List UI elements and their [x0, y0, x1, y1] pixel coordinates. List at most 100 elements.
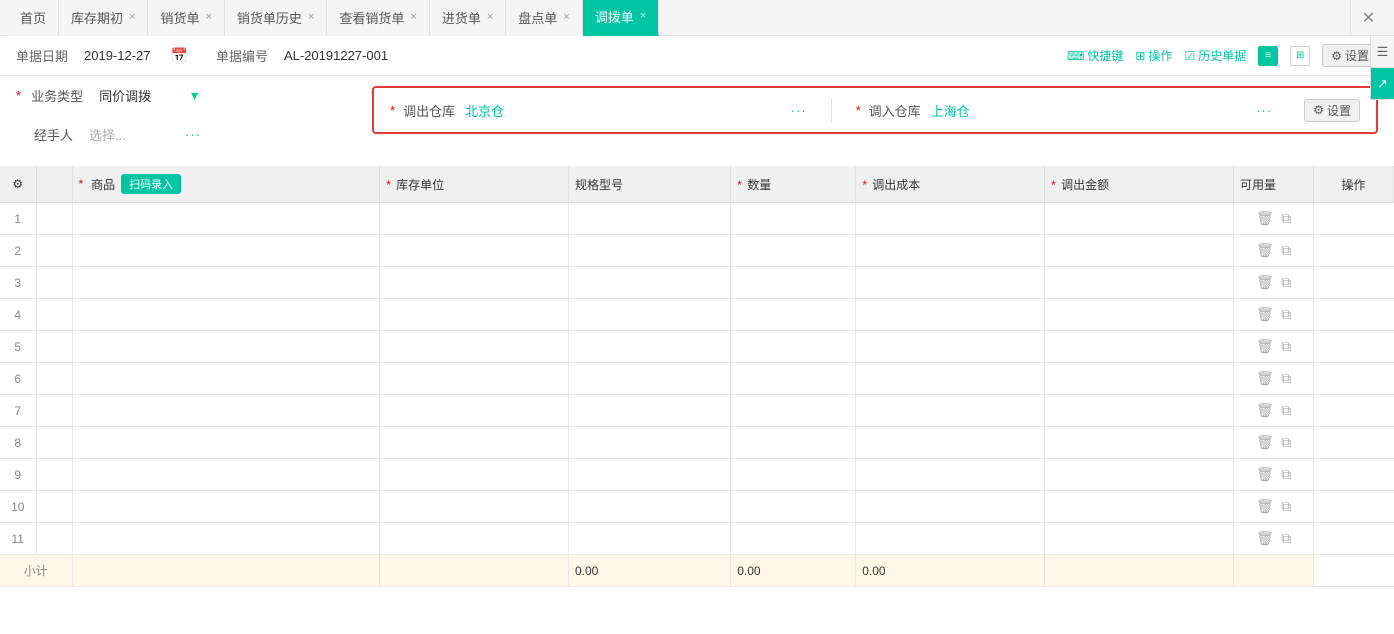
handler-more-btn[interactable]: ··· [185, 127, 201, 142]
delete-icon-1[interactable]: 🗑 [1256, 210, 1274, 226]
row-cost-8[interactable] [731, 427, 856, 459]
row-amount-3[interactable] [856, 267, 1045, 299]
row-qty-2[interactable] [568, 235, 730, 267]
tab-home[interactable]: 首页 [8, 0, 59, 36]
operation-action[interactable]: ⊞ 操作 [1135, 47, 1172, 64]
row-spec-8[interactable] [380, 427, 569, 459]
tab-sales-history[interactable]: 销货单历史× [225, 0, 327, 36]
row-available-8[interactable] [1045, 427, 1234, 459]
row-cost-11[interactable] [731, 523, 856, 555]
col-settings[interactable]: ⚙ [0, 166, 36, 203]
row-product-5[interactable] [36, 331, 72, 363]
row-unit-6[interactable] [72, 363, 380, 395]
right-panel-list-btn[interactable]: ☰ [1371, 36, 1394, 68]
history-action[interactable]: ☑ 历史单据 [1184, 47, 1246, 64]
row-unit-9[interactable] [72, 459, 380, 491]
row-product-4[interactable] [36, 299, 72, 331]
row-spec-7[interactable] [380, 395, 569, 427]
row-product-11[interactable] [36, 523, 72, 555]
tab-view-sales[interactable]: 查看销货单× [327, 0, 429, 36]
copy-icon-8[interactable]: ⧉ [1281, 434, 1291, 450]
copy-icon-4[interactable]: ⧉ [1281, 306, 1291, 322]
row-qty-1[interactable] [568, 203, 730, 235]
copy-icon-10[interactable]: ⧉ [1281, 498, 1291, 514]
row-qty-6[interactable] [568, 363, 730, 395]
row-product-7[interactable] [36, 395, 72, 427]
delete-icon-5[interactable]: 🗑 [1256, 338, 1274, 354]
row-amount-7[interactable] [856, 395, 1045, 427]
row-available-5[interactable] [1045, 331, 1234, 363]
row-amount-2[interactable] [856, 235, 1045, 267]
copy-icon-5[interactable]: ⧉ [1281, 338, 1291, 354]
row-available-11[interactable] [1045, 523, 1234, 555]
tab-close-view-sales[interactable]: × [410, 12, 416, 23]
tab-transfer[interactable]: 调拨单× [583, 0, 659, 36]
handler-value[interactable]: 选择... [89, 125, 169, 144]
copy-icon-6[interactable]: ⧉ [1281, 370, 1291, 386]
row-cost-6[interactable] [731, 363, 856, 395]
row-amount-10[interactable] [856, 491, 1045, 523]
row-spec-5[interactable] [380, 331, 569, 363]
delete-icon[interactable]: 🗑 [1256, 530, 1274, 546]
row-spec-4[interactable] [380, 299, 569, 331]
row-amount-11[interactable] [856, 523, 1045, 555]
row-available-10[interactable] [1045, 491, 1234, 523]
tab-stock-init[interactable]: 库存期初× [59, 0, 148, 36]
copy-icon-3[interactable]: ⧉ [1281, 274, 1291, 290]
row-amount-8[interactable] [856, 427, 1045, 459]
row-available-7[interactable] [1045, 395, 1234, 427]
window-close-button[interactable]: ✕ [1350, 0, 1386, 36]
delete-icon-10[interactable]: 🗑 [1256, 498, 1274, 514]
delete-icon-3[interactable]: 🗑 [1256, 274, 1274, 290]
row-unit-11[interactable] [72, 523, 380, 555]
row-available-9[interactable] [1045, 459, 1234, 491]
row-amount-5[interactable] [856, 331, 1045, 363]
tab-purchase[interactable]: 进货单× [430, 0, 506, 36]
row-qty-8[interactable] [568, 427, 730, 459]
row-qty-10[interactable] [568, 491, 730, 523]
out-warehouse-more-btn[interactable]: ··· [791, 103, 807, 118]
row-unit-7[interactable] [72, 395, 380, 427]
row-qty-9[interactable] [568, 459, 730, 491]
delete-icon-4[interactable]: 🗑 [1256, 306, 1274, 322]
row-product-6[interactable] [36, 363, 72, 395]
row-unit-3[interactable] [72, 267, 380, 299]
row-unit-10[interactable] [72, 491, 380, 523]
row-cost-4[interactable] [731, 299, 856, 331]
row-qty-4[interactable] [568, 299, 730, 331]
row-product-2[interactable] [36, 235, 72, 267]
row-unit-4[interactable] [72, 299, 380, 331]
delete-icon-6[interactable]: 🗑 [1256, 370, 1274, 386]
copy-icon-1[interactable]: ⧉ [1281, 210, 1291, 226]
row-unit-2[interactable] [72, 235, 380, 267]
row-available-2[interactable] [1045, 235, 1234, 267]
row-cost-9[interactable] [731, 459, 856, 491]
copy-icon-7[interactable]: ⧉ [1281, 402, 1291, 418]
right-panel-export-btn[interactable]: ↗ [1371, 68, 1394, 100]
row-qty-3[interactable] [568, 267, 730, 299]
row-unit-8[interactable] [72, 427, 380, 459]
tab-close-inventory[interactable]: × [563, 12, 569, 23]
row-amount-6[interactable] [856, 363, 1045, 395]
delete-icon-2[interactable]: 🗑 [1256, 242, 1274, 258]
tab-close-sales-history[interactable]: × [308, 12, 314, 23]
row-product-3[interactable] [36, 267, 72, 299]
tab-close-transfer[interactable]: × [640, 11, 646, 22]
row-cost-3[interactable] [731, 267, 856, 299]
layout-list-btn[interactable]: ≡ [1258, 46, 1278, 66]
row-spec-2[interactable] [380, 235, 569, 267]
row-product-9[interactable] [36, 459, 72, 491]
scan-btn[interactable]: 扫码录入 [121, 174, 181, 194]
tab-close-stock-init[interactable]: × [129, 12, 135, 23]
row-spec-3[interactable] [380, 267, 569, 299]
row-product-8[interactable] [36, 427, 72, 459]
row-qty-11[interactable] [568, 523, 730, 555]
tab-close-sales-order[interactable]: × [205, 12, 211, 23]
tab-sales-order[interactable]: 销货单× [148, 0, 224, 36]
row-cost-7[interactable] [731, 395, 856, 427]
row-cost-2[interactable] [731, 235, 856, 267]
copy-icon-2[interactable]: ⧉ [1281, 242, 1291, 258]
delete-icon-7[interactable]: 🗑 [1256, 402, 1274, 418]
row-product-1[interactable] [36, 203, 72, 235]
row-unit-5[interactable] [72, 331, 380, 363]
